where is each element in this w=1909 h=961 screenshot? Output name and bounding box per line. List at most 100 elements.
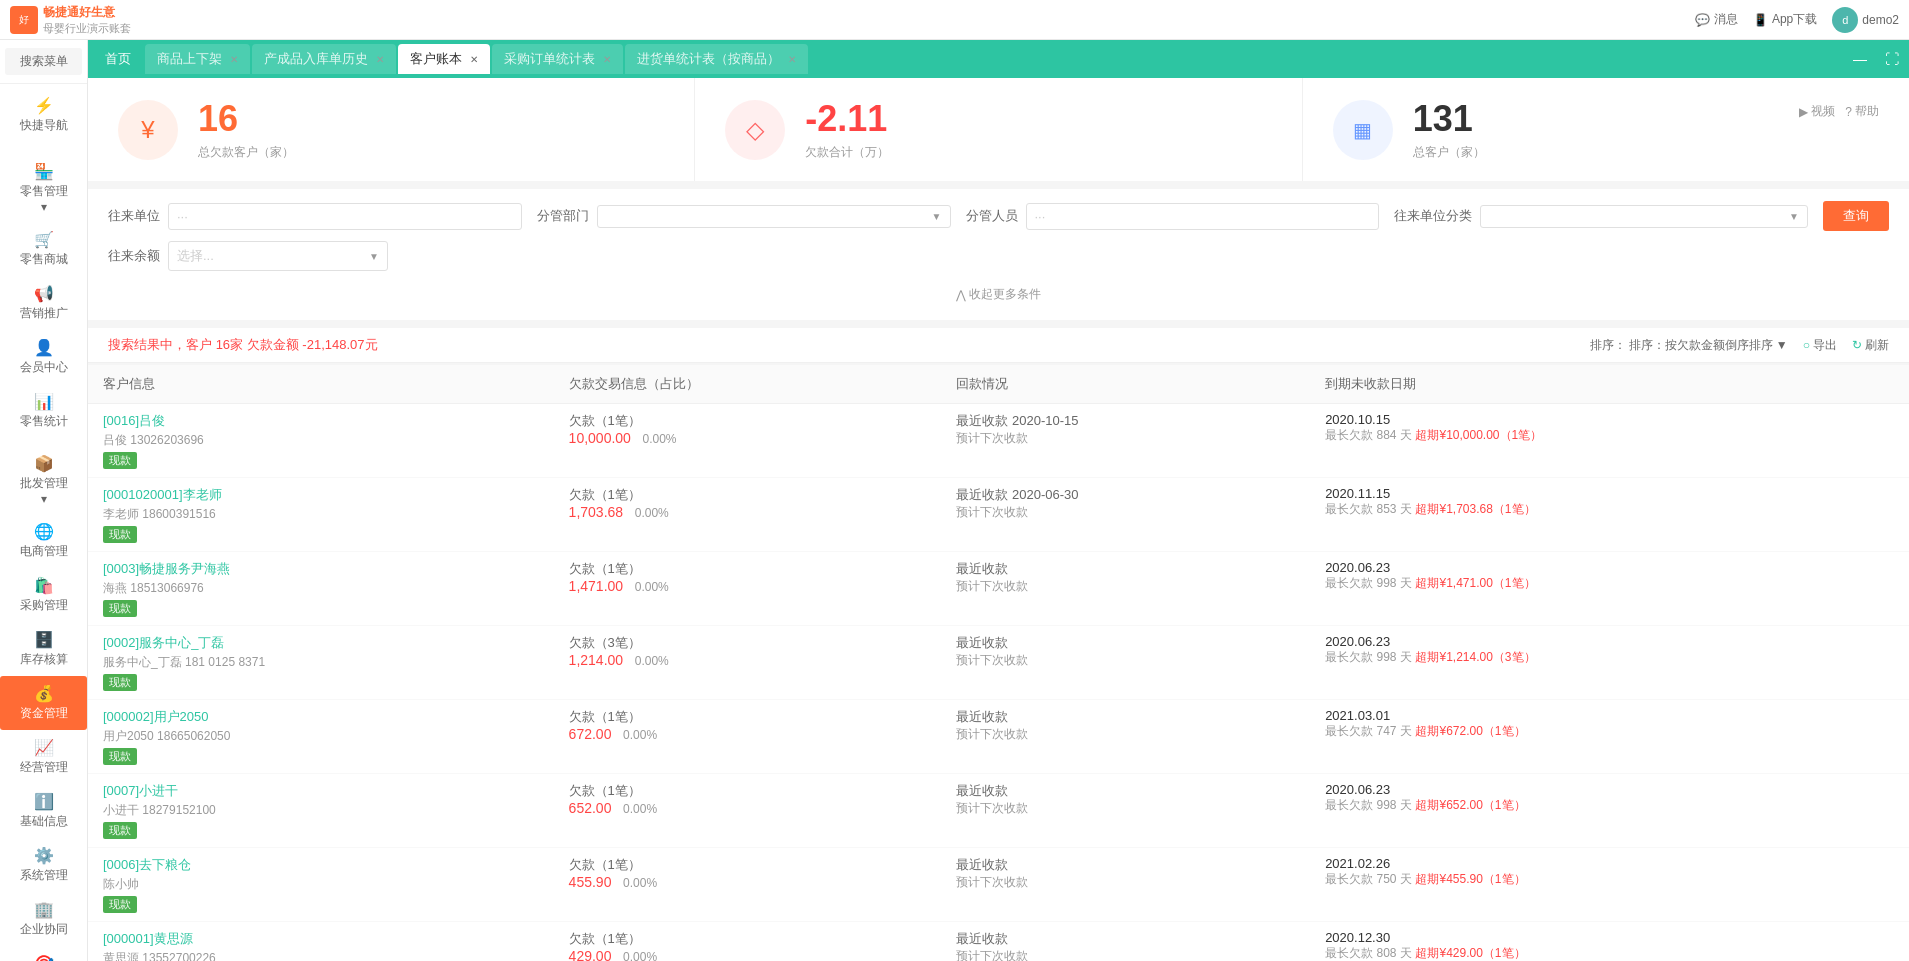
td-debt-info: 欠款（1笔） 10,000.00 0.00%: [554, 404, 942, 478]
overdue-text[interactable]: 超期¥1,214.00（3笔）: [1415, 650, 1535, 664]
tab-product-shelf[interactable]: 商品上下架 ✕: [145, 44, 250, 74]
stat-value-total-customers: 131: [1413, 98, 1485, 140]
tab-max-btn[interactable]: ⛶: [1880, 49, 1904, 69]
message-btn[interactable]: 💬 消息: [1695, 11, 1738, 28]
top-bar-left: 好 畅捷通好生意 母婴行业演示账套: [10, 4, 131, 36]
sidebar-item-ecommerce[interactable]: 🌐 电商管理: [0, 514, 87, 568]
debt-amount[interactable]: 1,471.00: [569, 578, 624, 594]
filter-balance-select[interactable]: 选择... ▼: [168, 241, 388, 271]
overdue-text[interactable]: 超期¥455.90（1笔）: [1415, 872, 1525, 886]
tab-customer-account-close[interactable]: ✕: [470, 54, 478, 65]
overdue-text[interactable]: 超期¥429.00（1笔）: [1415, 946, 1525, 960]
sidebar-item-system[interactable]: ⚙️ 系统管理: [0, 838, 87, 892]
due-date: 2020.06.23: [1325, 560, 1894, 575]
due-date: 2020.06.23: [1325, 782, 1894, 797]
user-menu[interactable]: d demo2: [1832, 7, 1899, 33]
filter-from-unit-input[interactable]: ···: [168, 203, 522, 230]
search-menu-btn[interactable]: 搜索菜单: [5, 48, 82, 75]
customer-name-link[interactable]: [000001]黄思源: [103, 930, 539, 948]
debt-amount[interactable]: 455.90: [569, 874, 612, 890]
sidebar-item-quick-nav[interactable]: ⚡ 快捷导航: [0, 88, 87, 142]
debt-amount[interactable]: 429.00: [569, 948, 612, 961]
tab-product-history-close[interactable]: ✕: [376, 54, 384, 65]
customer-name-link[interactable]: [000002]用户2050: [103, 708, 539, 726]
sidebar-item-retail-mgmt[interactable]: 🏪 零售管理 ▾: [0, 154, 87, 222]
overdue-text[interactable]: 超期¥1,703.68（1笔）: [1415, 502, 1535, 516]
th-debt-info: 欠款交易信息（占比）: [554, 365, 942, 404]
tab-purchase-stats[interactable]: 采购订单统计表 ✕: [492, 44, 623, 74]
customer-phone: 吕俊 13026203696: [103, 432, 539, 449]
debt-amount[interactable]: 10,000.00: [569, 430, 631, 446]
sidebar-item-finance[interactable]: 💰 资金管理: [0, 676, 87, 730]
stats-bar: ¥ 16 总欠款客户（家） ◇ -2.11 欠款合计（万） ▦: [88, 78, 1909, 181]
sidebar-item-member[interactable]: 👤 会员中心: [0, 330, 87, 384]
customer-phone: 黄思源 13552700226: [103, 950, 539, 961]
customer-name-link[interactable]: [0003]畅捷服务尹海燕: [103, 560, 539, 578]
tab-incoming-stats-close[interactable]: ✕: [788, 54, 796, 65]
video-link[interactable]: ▶ 视频: [1799, 103, 1835, 120]
overdue-text[interactable]: 超期¥10,000.00（1笔）: [1415, 428, 1542, 442]
customer-name-link[interactable]: [0007]小进干: [103, 782, 539, 800]
stat-top-right-area: ▶ 视频 ? 帮助: [1799, 98, 1879, 120]
sidebar-item-marketing[interactable]: 📢 营销推广: [0, 276, 87, 330]
debt-amount[interactable]: 672.00: [569, 726, 612, 742]
table-row: [0003]畅捷服务尹海燕 海燕 18513066976 现款 欠款（1笔） 1…: [88, 552, 1909, 626]
debt-amount[interactable]: 1,214.00: [569, 652, 624, 668]
overdue-days: 最长欠款 998 天: [1325, 650, 1412, 664]
sidebar-item-enterprise[interactable]: 🏢 企业协同: [0, 892, 87, 946]
sidebar-item-basic-info[interactable]: ℹ️ 基础信息: [0, 784, 87, 838]
next-payment: 预计下次收款: [956, 504, 1295, 521]
help-link[interactable]: ? 帮助: [1845, 103, 1879, 120]
sidebar-item-newbie[interactable]: 🎯 新手引导: [0, 946, 87, 961]
tab-product-history[interactable]: 产成品入库单历史 ✕: [252, 44, 396, 74]
app-download-btn[interactable]: 📱 App下载: [1753, 11, 1817, 28]
next-payment: 预计下次收款: [956, 948, 1295, 961]
filter-manager-input[interactable]: ···: [1026, 203, 1380, 230]
sidebar-item-batch-mgmt[interactable]: 📦 批发管理 ▾: [0, 446, 87, 514]
filter-dept-select[interactable]: ▼: [597, 205, 951, 228]
collapse-btn[interactable]: ⋀ 收起更多条件: [108, 281, 1889, 308]
tab-incoming-stats[interactable]: 进货单统计表（按商品） ✕: [625, 44, 808, 74]
overdue-text[interactable]: 超期¥672.00（1笔）: [1415, 724, 1525, 738]
next-payment: 预计下次收款: [956, 800, 1295, 817]
customer-name-link[interactable]: [0002]服务中心_丁磊: [103, 634, 539, 652]
tab-purchase-stats-close[interactable]: ✕: [603, 54, 611, 65]
filter-unit-type-select[interactable]: ▼: [1480, 205, 1808, 228]
debt-amount[interactable]: 652.00: [569, 800, 612, 816]
sidebar-item-retail-stats[interactable]: 📊 零售统计: [0, 384, 87, 438]
overdue-info-row: 最长欠款 998 天 超期¥1,471.00（1笔）: [1325, 575, 1894, 592]
sort-select[interactable]: 排序： 排序：按欠款金额倒序排序 ▼: [1590, 337, 1788, 354]
customer-name-link[interactable]: [0016]吕俊: [103, 412, 539, 430]
tab-home[interactable]: 首页: [93, 44, 143, 74]
data-table: 客户信息 欠款交易信息（占比） 回款情况 到期未收款日期 [0016]吕俊 吕俊…: [88, 365, 1909, 961]
sidebar-item-inventory[interactable]: 🗄️ 库存核算: [0, 622, 87, 676]
export-btn[interactable]: ○ 导出: [1803, 337, 1837, 354]
system-icon: ⚙️: [5, 846, 82, 865]
tab-min-btn[interactable]: —: [1848, 49, 1872, 69]
refresh-btn[interactable]: ↻ 刷新: [1852, 337, 1889, 354]
customer-name-link[interactable]: [0001020001]李老师: [103, 486, 539, 504]
customer-name-link[interactable]: [0006]去下粮仓: [103, 856, 539, 874]
overdue-text[interactable]: 超期¥1,471.00（1笔）: [1415, 576, 1535, 590]
td-debt-info: 欠款（1笔） 652.00 0.00%: [554, 774, 942, 848]
td-due-date: 2021.03.01 最长欠款 747 天 超期¥672.00（1笔）: [1310, 700, 1909, 774]
sidebar-item-retail-mall[interactable]: 🛒 零售商城: [0, 222, 87, 276]
debt-amount[interactable]: 1,703.68: [569, 504, 624, 520]
table-row: [0006]去下粮仓 陈小帅 现款 欠款（1笔） 455.90 0.00% 最近…: [88, 848, 1909, 922]
td-due-date: 2020.06.23 最长欠款 998 天 超期¥1,214.00（3笔）: [1310, 626, 1909, 700]
customer-tag: 现款: [103, 822, 137, 839]
query-button[interactable]: 查询: [1823, 201, 1889, 231]
overdue-text[interactable]: 超期¥652.00（1笔）: [1415, 798, 1525, 812]
due-date: 2021.03.01: [1325, 708, 1894, 723]
customer-tag: 现款: [103, 674, 137, 691]
td-customer-info: [0007]小进干 小进干 18279152100 现款: [88, 774, 554, 848]
sidebar-item-purchase[interactable]: 🛍️ 采购管理: [0, 568, 87, 622]
results-bar: 搜索结果中，客户 16家 欠款金额 -21,148.07元 排序： 排序：按欠款…: [88, 328, 1909, 363]
tab-customer-account[interactable]: 客户账本 ✕: [398, 44, 490, 74]
stat-label-debt-amount: 欠款合计（万）: [805, 144, 889, 161]
next-payment: 预计下次收款: [956, 430, 1295, 447]
sidebar-item-business[interactable]: 📈 经营管理: [0, 730, 87, 784]
tab-product-shelf-close[interactable]: ✕: [230, 54, 238, 65]
debt-desc: 欠款（1笔）: [569, 708, 927, 726]
collapse-icon: ⋀: [956, 288, 966, 302]
